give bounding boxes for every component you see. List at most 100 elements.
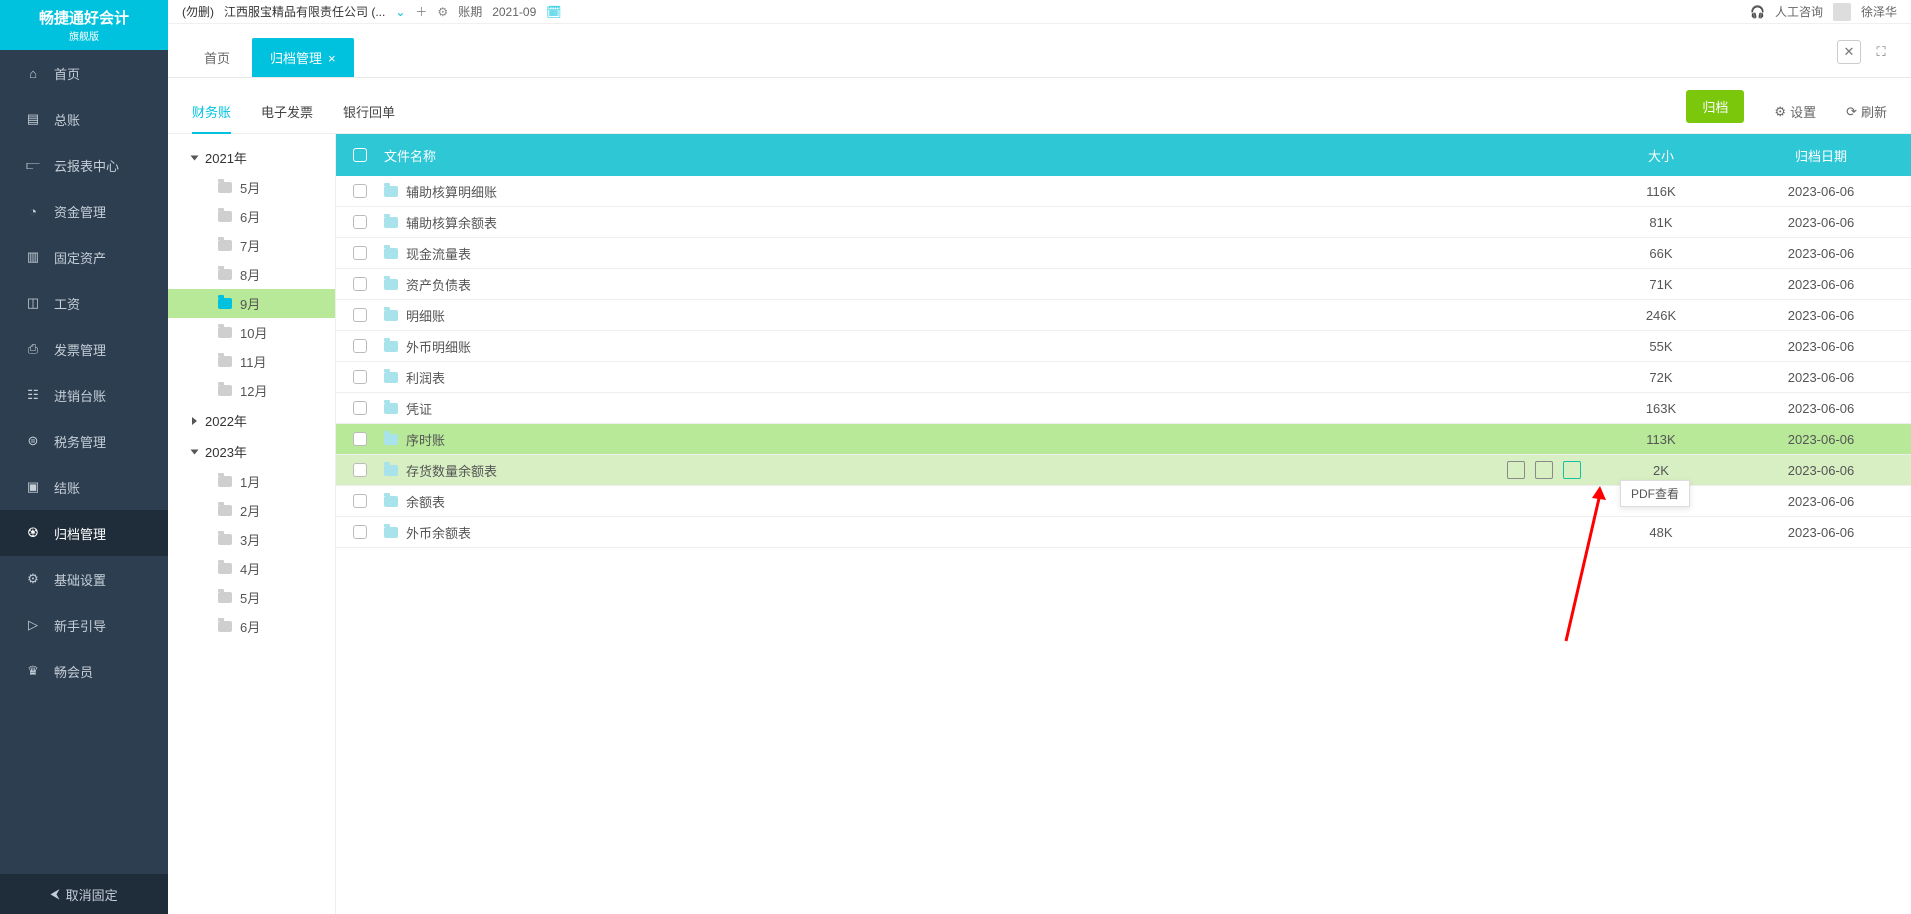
folder-icon bbox=[384, 403, 398, 414]
file-name: 余额表 bbox=[406, 492, 445, 511]
add-company-button[interactable]: ＋ bbox=[415, 3, 427, 20]
period-value[interactable]: 2021-09 bbox=[492, 5, 536, 19]
nav-invoice[interactable]: ⎙发票管理 bbox=[0, 326, 168, 372]
folder-icon bbox=[218, 476, 232, 487]
caret-icon bbox=[191, 449, 199, 454]
table-row[interactable]: 明细账246K2023-06-06 bbox=[336, 300, 1911, 331]
nav-home[interactable]: ⌂首页 bbox=[0, 50, 168, 96]
row-checkbox[interactable] bbox=[353, 370, 367, 384]
row-checkbox[interactable] bbox=[353, 494, 367, 508]
tree-month-10[interactable]: 10月 bbox=[168, 318, 335, 347]
consult-link[interactable]: 人工咨询 bbox=[1775, 3, 1823, 20]
table-row[interactable]: 外币明细账55K2023-06-06 bbox=[336, 331, 1911, 362]
row-checkbox[interactable] bbox=[353, 215, 367, 229]
nav-vip[interactable]: ♛畅会员 bbox=[0, 648, 168, 694]
select-all-checkbox[interactable] bbox=[353, 148, 367, 162]
tree-month-4b[interactable]: 4月 bbox=[168, 554, 335, 583]
tree-month-6[interactable]: 6月 bbox=[168, 202, 335, 231]
nav-ledger[interactable]: ▤总账 bbox=[0, 96, 168, 142]
row-checkbox[interactable] bbox=[353, 184, 367, 198]
file-name: 外币明细账 bbox=[406, 337, 471, 356]
header-date[interactable]: 归档日期 bbox=[1731, 146, 1911, 165]
row-checkbox[interactable] bbox=[353, 246, 367, 260]
unpin-button[interactable]: ⮜取消固定 bbox=[0, 874, 168, 914]
row-checkbox[interactable] bbox=[353, 463, 367, 477]
row-checkbox[interactable] bbox=[353, 401, 367, 415]
trade-icon: ☷ bbox=[24, 386, 42, 404]
settings-link[interactable]: ⚙设置 bbox=[1774, 102, 1816, 121]
tree-year-2021[interactable]: 2021年 bbox=[168, 142, 335, 173]
tree-month-11[interactable]: 11月 bbox=[168, 347, 335, 376]
avatar-icon[interactable] bbox=[1833, 3, 1851, 21]
nav-asset[interactable]: ▥固定资产 bbox=[0, 234, 168, 280]
table-row[interactable]: 现金流量表66K2023-06-06 bbox=[336, 238, 1911, 269]
refresh-link[interactable]: ⟳刷新 bbox=[1846, 102, 1887, 121]
file-table: 文件名称 大小 归档日期 辅助核算明细账116K2023-06-06辅助核算余额… bbox=[336, 134, 1911, 914]
tree-month-7[interactable]: 7月 bbox=[168, 231, 335, 260]
close-book-icon: ▣ bbox=[24, 478, 42, 496]
tree-month-5b[interactable]: 5月 bbox=[168, 583, 335, 612]
table-row[interactable]: 辅助核算明细账116K2023-06-06 bbox=[336, 176, 1911, 207]
row-checkbox[interactable] bbox=[353, 339, 367, 353]
nav-report[interactable]: ⫍云报表中心 bbox=[0, 142, 168, 188]
tree-month-3b[interactable]: 3月 bbox=[168, 525, 335, 554]
tab-home[interactable]: 首页 bbox=[186, 38, 248, 77]
file-name: 序时账 bbox=[406, 430, 445, 449]
header-size[interactable]: 大小 bbox=[1591, 146, 1731, 165]
table-row[interactable]: 利润表72K2023-06-06 bbox=[336, 362, 1911, 393]
table-row[interactable]: 凭证163K2023-06-06 bbox=[336, 393, 1911, 424]
download-image-icon[interactable] bbox=[1507, 461, 1525, 479]
tree-month-1b[interactable]: 1月 bbox=[168, 467, 335, 496]
archive-button[interactable]: 归档 bbox=[1686, 90, 1744, 123]
nav-archive[interactable]: ♼归档管理 bbox=[0, 510, 168, 556]
row-checkbox[interactable] bbox=[353, 432, 367, 446]
tab-close-icon[interactable]: × bbox=[328, 51, 336, 66]
nav-tax[interactable]: ⊜税务管理 bbox=[0, 418, 168, 464]
folder-icon bbox=[218, 211, 232, 222]
tree-month-9[interactable]: 9月 bbox=[168, 289, 335, 318]
fullscreen-button[interactable]: ⛶ bbox=[1869, 40, 1893, 64]
table-row[interactable]: 外币余额表48K2023-06-06 bbox=[336, 517, 1911, 548]
tree-month-12[interactable]: 12月 bbox=[168, 376, 335, 405]
tree-month-6b[interactable]: 6月 bbox=[168, 612, 335, 641]
chevron-down-icon[interactable]: ⌄ bbox=[395, 5, 405, 19]
row-checkbox[interactable] bbox=[353, 277, 367, 291]
tree-year-2022[interactable]: 2022年 bbox=[168, 405, 335, 436]
tree-month-2b[interactable]: 2月 bbox=[168, 496, 335, 525]
view-pdf-icon[interactable] bbox=[1563, 461, 1581, 479]
archive-icon: ♼ bbox=[24, 524, 42, 542]
row-checkbox[interactable] bbox=[353, 525, 367, 539]
nav-base[interactable]: ⚙基础设置 bbox=[0, 556, 168, 602]
folder-icon bbox=[384, 434, 398, 445]
tree-month-8[interactable]: 8月 bbox=[168, 260, 335, 289]
download-pdf-icon[interactable] bbox=[1535, 461, 1553, 479]
nav-close[interactable]: ▣结账 bbox=[0, 464, 168, 510]
archive-date: 2023-06-06 bbox=[1731, 215, 1911, 230]
row-checkbox[interactable] bbox=[353, 308, 367, 322]
nav-salary[interactable]: ◫工资 bbox=[0, 280, 168, 326]
tree-month-5[interactable]: 5月 bbox=[168, 173, 335, 202]
table-row[interactable]: 资产负债表71K2023-06-06 bbox=[336, 269, 1911, 300]
archive-date: 2023-06-06 bbox=[1731, 401, 1911, 416]
table-row[interactable]: 辅助核算余额表81K2023-06-06 bbox=[336, 207, 1911, 238]
gear-icon: ⚙ bbox=[24, 570, 42, 588]
company-settings-button[interactable]: ⚙ bbox=[437, 5, 448, 19]
nav-guide[interactable]: ▷新手引导 bbox=[0, 602, 168, 648]
close-tabs-button[interactable]: ✕ bbox=[1837, 40, 1861, 64]
pdf-view-tooltip: PDF查看 bbox=[1620, 480, 1690, 507]
table-row[interactable]: 序时账113K2023-06-06 bbox=[336, 424, 1911, 455]
tab-archive[interactable]: 归档管理× bbox=[252, 38, 354, 77]
folder-icon bbox=[218, 592, 232, 603]
username[interactable]: 徐泽华 bbox=[1861, 3, 1897, 20]
nav-trade[interactable]: ☷进销台账 bbox=[0, 372, 168, 418]
header-name[interactable]: 文件名称 bbox=[384, 146, 1591, 165]
subtab-einvoice[interactable]: 电子发票 bbox=[261, 102, 313, 133]
nav-fund[interactable]: ◔资金管理 bbox=[0, 188, 168, 234]
tree-year-2023[interactable]: 2023年 bbox=[168, 436, 335, 467]
subtab-finance[interactable]: 财务账 bbox=[192, 102, 231, 133]
folder-icon bbox=[384, 186, 398, 197]
calendar-icon[interactable]: 🗓 bbox=[546, 5, 561, 19]
file-name: 现金流量表 bbox=[406, 244, 471, 263]
subtab-bank[interactable]: 银行回单 bbox=[343, 102, 395, 133]
company-selector[interactable]: 江西服宝精品有限责任公司 (... bbox=[224, 3, 385, 20]
